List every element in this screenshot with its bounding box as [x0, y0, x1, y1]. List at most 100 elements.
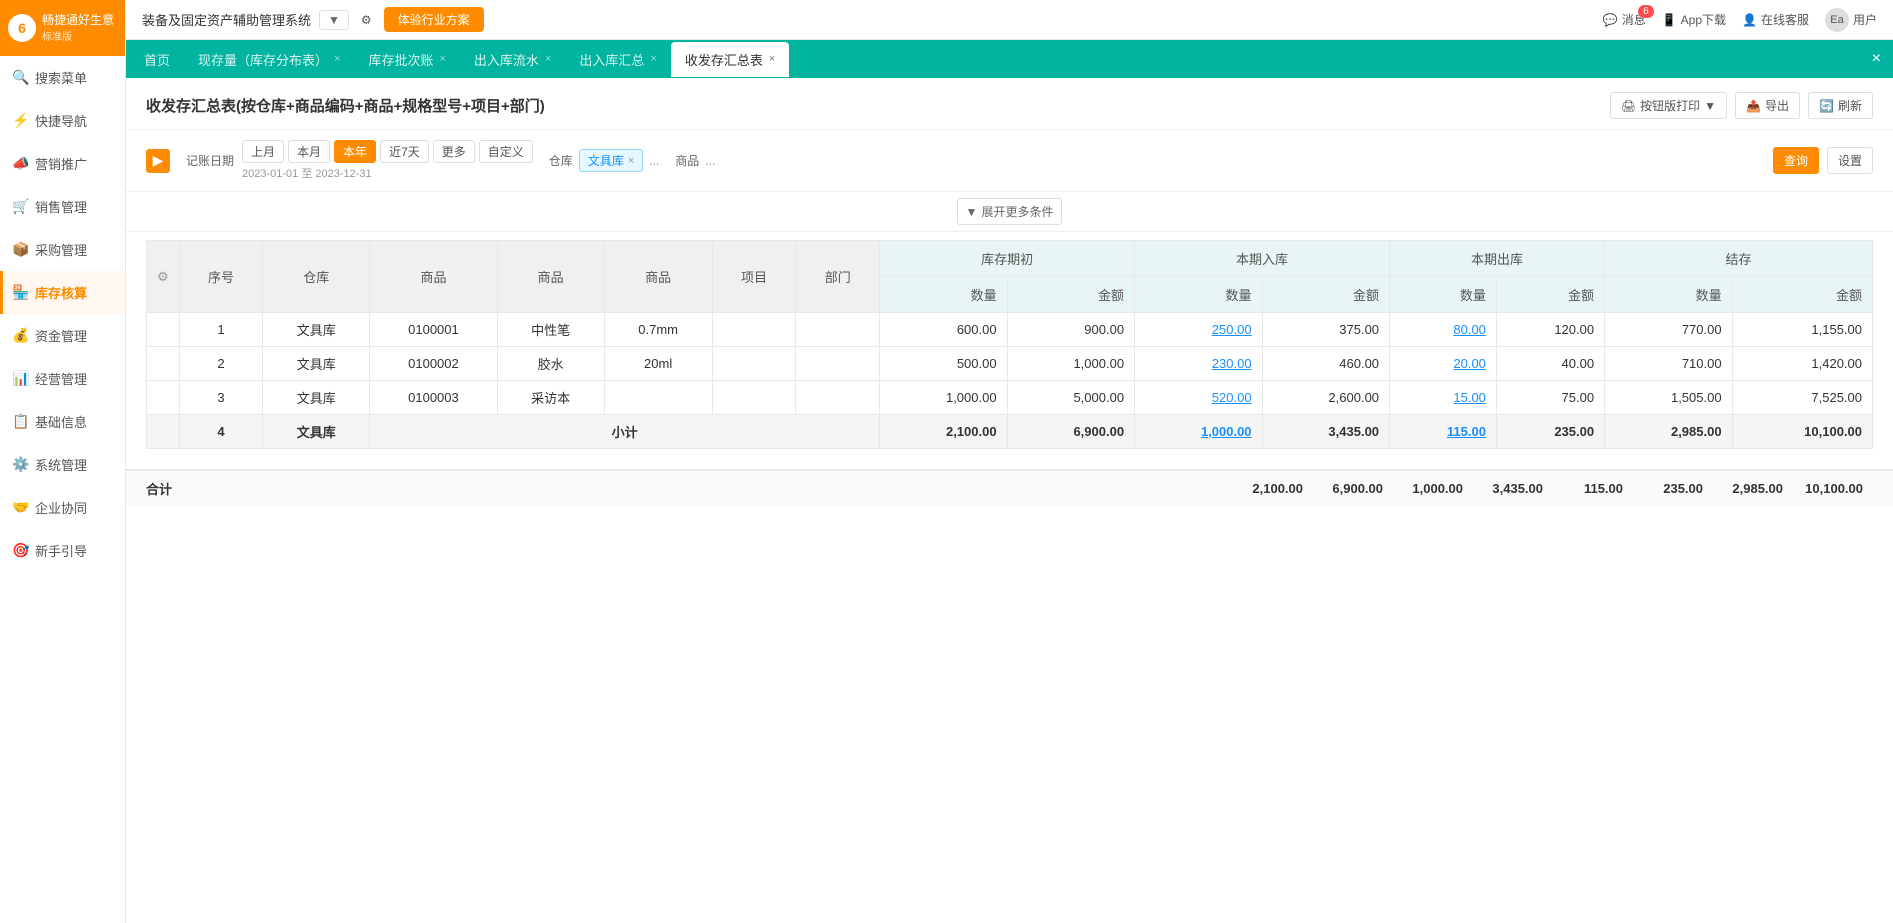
tab-close-icon[interactable]: ×: [650, 53, 656, 65]
sidebar-nav: 🔍 搜索菜单 ⚡ 快捷导航 📣 营销推广 🛒 销售管理 📦 采购管理 🏪: [0, 56, 125, 923]
user-item[interactable]: Ea 用户: [1825, 8, 1877, 32]
export-icon: 📤: [1746, 99, 1761, 113]
cell-in-qty[interactable]: 520.00: [1135, 381, 1262, 415]
table-settings-icon[interactable]: ⚙: [157, 269, 169, 284]
expand-icon: ▼: [966, 205, 978, 219]
tab-close-icon[interactable]: ×: [545, 53, 551, 65]
cell-code: 0100001: [370, 313, 498, 347]
tab-inventory-dist[interactable]: 现存量（库存分布表） ×: [184, 42, 354, 77]
date-btn-prev-month[interactable]: 上月: [242, 140, 284, 163]
cell-in-qty[interactable]: 230.00: [1135, 347, 1262, 381]
sidebar-item-system[interactable]: ⚙️ 系统管理: [0, 443, 125, 486]
date-btn-7days[interactable]: 近7天: [380, 140, 429, 163]
tab-close-icon[interactable]: ×: [334, 53, 340, 65]
total-label: 合计: [146, 479, 246, 498]
table-row: 1 文具库 0100001 中性笔 0.7mm 600.00 900.00 25…: [147, 313, 1873, 347]
logo-icon: 6: [8, 14, 36, 42]
tab-close-active-icon[interactable]: ×: [769, 53, 775, 65]
date-range: 2023-01-01 至 2023-12-31: [242, 165, 533, 181]
tab-bar: 首页 现存量（库存分布表） × 库存批次账 × 出入库流水 × 出入库汇总 × …: [126, 40, 1893, 78]
cell-open-amt: 5,000.00: [1007, 381, 1134, 415]
warehouse-tag-close[interactable]: ×: [628, 155, 634, 167]
sidebar-item-collab[interactable]: 🤝 企业协同: [0, 486, 125, 529]
tab-close-icon[interactable]: ×: [439, 53, 445, 65]
phone-icon: 📱: [1662, 13, 1677, 27]
cell-warehouse: 文具库: [263, 381, 370, 415]
tab-inout-flow[interactable]: 出入库流水 ×: [460, 42, 565, 77]
sidebar-item-sales[interactable]: 🛒 销售管理: [0, 185, 125, 228]
content-area: 收发存汇总表(按仓库+商品编码+商品+规格型号+项目+部门) 🖨 按钮版打印 ▼…: [126, 78, 1893, 923]
system-selector[interactable]: ▼: [319, 10, 349, 30]
settings-button[interactable]: ⚙: [357, 9, 376, 31]
app-download-item[interactable]: 📱 App下载: [1662, 11, 1726, 28]
cell-out-qty[interactable]: 80.00: [1390, 313, 1497, 347]
message-item[interactable]: 💬 消息 6: [1603, 11, 1646, 28]
filter-toggle[interactable]: ▶: [146, 149, 170, 173]
sidebar-item-purchase[interactable]: 📦 采购管理: [0, 228, 125, 271]
tab-batch[interactable]: 库存批次账 ×: [354, 42, 459, 77]
tab-inout-flow-label: 出入库流水: [474, 50, 539, 69]
cell-out-amt: 120.00: [1496, 313, 1604, 347]
product-more[interactable]: ...: [705, 154, 715, 168]
col-group-opening: 库存期初: [880, 241, 1135, 277]
date-btn-more[interactable]: 更多: [433, 140, 475, 163]
tab-home-label: 首页: [144, 50, 170, 69]
cell-spec: 0.7mm: [604, 313, 712, 347]
col-group-out: 本期出库: [1390, 241, 1605, 277]
trial-button[interactable]: 体验行业方案: [384, 7, 484, 32]
tab-inout-summary-label: 出入库汇总: [579, 50, 644, 69]
filter-settings-button[interactable]: 设置: [1827, 147, 1873, 174]
sidebar-item-operations[interactable]: 📊 经营管理: [0, 357, 125, 400]
col-group-closing: 结存: [1605, 241, 1873, 277]
sidebar-item-quicknav[interactable]: ⚡ 快捷导航: [0, 99, 125, 142]
sidebar-item-search[interactable]: 🔍 搜索菜单: [0, 56, 125, 99]
cell-close-amt: 1,155.00: [1732, 313, 1872, 347]
sidebar-item-label: 搜索菜单: [35, 68, 87, 87]
cell-open-qty: 1,000.00: [880, 381, 1007, 415]
total-in-amt: 3,435.00: [1473, 481, 1553, 496]
date-btn-custom[interactable]: 自定义: [479, 140, 533, 163]
export-button[interactable]: 📤 导出: [1735, 92, 1800, 119]
data-table: ⚙ 序号 仓库 商品 商品 商品 项目 部门 库存期初 本期入库 本期出库: [146, 240, 1873, 449]
search-icon: 🔍: [13, 70, 29, 86]
sidebar-item-inventory[interactable]: 🏪 库存核算: [0, 271, 125, 314]
subtotal-label: 小计: [370, 415, 880, 449]
cell-close-qty: 770.00: [1605, 313, 1732, 347]
print-button[interactable]: 🖨 按钮版打印 ▼: [1610, 92, 1727, 119]
tab-home[interactable]: 首页: [130, 42, 184, 77]
cell-out-qty[interactable]: 15.00: [1390, 381, 1497, 415]
sidebar-item-finance[interactable]: 💰 资金管理: [0, 314, 125, 357]
online-service-item[interactable]: 👤 在线客服: [1742, 11, 1809, 28]
print-icon: 🖨: [1621, 99, 1636, 113]
warehouse-more[interactable]: ...: [649, 154, 659, 168]
cell-open-amt: 900.00: [1007, 313, 1134, 347]
sidebar-logo: 6 畅捷通好生意 标准版: [0, 0, 125, 56]
tab-recv-summary[interactable]: 收发存汇总表 ×: [671, 42, 789, 77]
expand-conditions-button[interactable]: ▼ 展开更多条件: [957, 198, 1063, 225]
cell-in-qty[interactable]: 250.00: [1135, 313, 1262, 347]
query-button[interactable]: 查询: [1773, 147, 1819, 174]
date-btn-this-year[interactable]: 本年: [334, 140, 376, 163]
subtotal-out-amt: 235.00: [1496, 415, 1604, 449]
cell-spec: [604, 381, 712, 415]
megaphone-icon: 📣: [13, 156, 29, 172]
tab-bar-close[interactable]: ×: [1864, 46, 1889, 72]
chart-icon: 📊: [13, 371, 29, 387]
subh-in-qty: 数量: [1135, 277, 1262, 313]
subtotal-in-qty[interactable]: 1,000.00: [1135, 415, 1262, 449]
tab-inout-summary[interactable]: 出入库汇总 ×: [565, 42, 670, 77]
cell-out-qty[interactable]: 20.00: [1390, 347, 1497, 381]
col-warehouse: 仓库: [263, 241, 370, 313]
sidebar-item-label: 资金管理: [35, 326, 87, 345]
refresh-button[interactable]: 🔄 刷新: [1808, 92, 1873, 119]
subh-out-amt: 金额: [1496, 277, 1604, 313]
sidebar-item-basic[interactable]: 📋 基础信息: [0, 400, 125, 443]
subtotal-out-qty[interactable]: 115.00: [1390, 415, 1497, 449]
sidebar-item-guide[interactable]: 🎯 新手引导: [0, 529, 125, 572]
cell-close-qty: 710.00: [1605, 347, 1732, 381]
col-code: 商品: [370, 241, 498, 313]
date-btn-this-month[interactable]: 本月: [288, 140, 330, 163]
sidebar-item-marketing[interactable]: 📣 营销推广: [0, 142, 125, 185]
lightning-icon: ⚡: [13, 113, 29, 129]
sidebar-item-label: 营销推广: [35, 154, 87, 173]
